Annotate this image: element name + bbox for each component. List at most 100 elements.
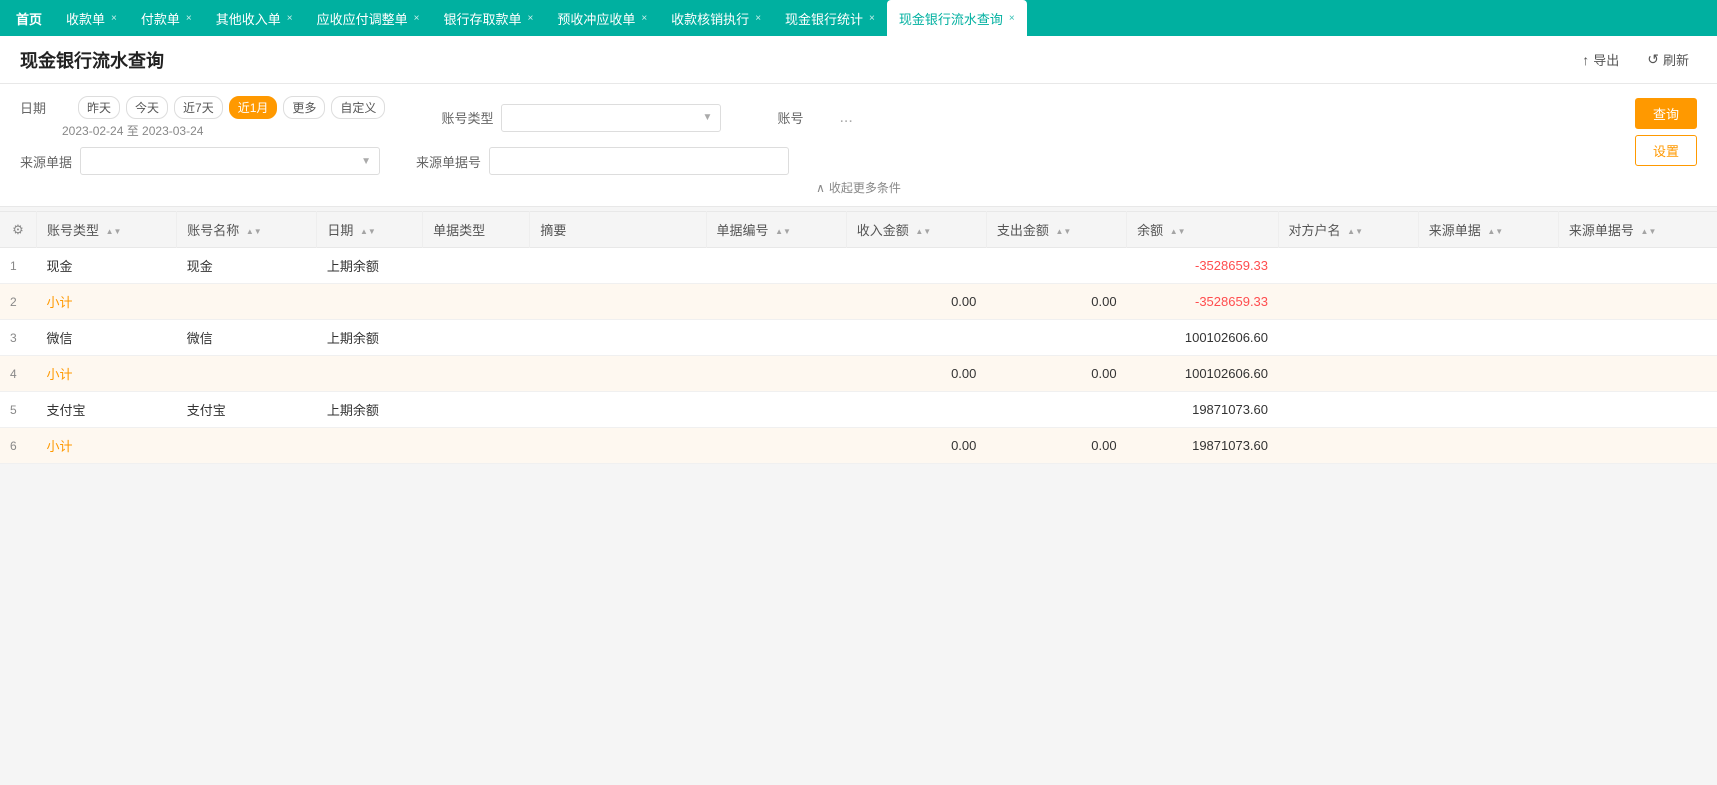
sort-source-doc-icon: ▲▼ <box>1487 227 1503 236</box>
page-title: 现金银行流水查询 <box>20 47 164 73</box>
nav-other-income[interactable]: 其他收入单 × <box>204 0 305 36</box>
nav-cash-bank-flow[interactable]: 现金银行流水查询 × <box>887 0 1027 36</box>
sort-account-type-icon: ▲▼ <box>106 227 122 236</box>
row-date <box>317 356 423 392</box>
date-today-btn[interactable]: 今天 <box>126 96 168 119</box>
nav-payments[interactable]: 付款单 × <box>129 0 204 36</box>
col-date[interactable]: 日期 ▲▼ <box>317 212 423 248</box>
nav-receipts-close[interactable]: × <box>111 13 117 24</box>
row-doc-type <box>423 428 530 464</box>
refresh-button[interactable]: ↺ 刷新 <box>1639 46 1697 73</box>
col-source-doc-num[interactable]: 来源单据号 ▲▼ <box>1558 212 1717 248</box>
date-more-btn[interactable]: 更多 <box>283 96 325 119</box>
row-account-type: 现金 <box>37 248 177 284</box>
nav-home[interactable]: 首页 <box>4 0 54 36</box>
source-doc-select[interactable]: ▼ <box>80 147 380 175</box>
col-summary: 摘要 <box>530 212 706 248</box>
nav-flow-close[interactable]: × <box>1009 13 1015 24</box>
account-type-select[interactable]: ▼ <box>501 104 721 132</box>
nav-other-income-close[interactable]: × <box>287 13 293 24</box>
collapse-row: ∧ 收起更多条件 <box>20 175 1697 198</box>
row-account-type: 支付宝 <box>37 392 177 428</box>
row-counterparty <box>1278 284 1418 320</box>
export-button[interactable]: ↑ 导出 <box>1574 46 1627 73</box>
row-expense <box>986 248 1126 284</box>
row-summary <box>530 428 706 464</box>
nav-ar-ap-adjust[interactable]: 应收应付调整单 × <box>305 0 432 36</box>
account-ellipsis-btn[interactable]: ... <box>835 109 856 127</box>
page-header: 现金银行流水查询 ↑ 导出 ↺ 刷新 <box>0 36 1717 84</box>
nav-bank-deposits[interactable]: 银行存取款单 × <box>431 0 545 36</box>
row-counterparty <box>1278 428 1418 464</box>
col-account-name[interactable]: 账号名称 ▲▼ <box>177 212 317 248</box>
date-yesterday-btn[interactable]: 昨天 <box>78 96 120 119</box>
row-number: 4 <box>0 356 37 392</box>
refresh-icon: ↺ <box>1647 51 1659 68</box>
table-row: 4 小计 0.00 0.00 100102606.60 <box>0 356 1717 392</box>
nav-bank-deposits-close[interactable]: × <box>527 13 533 24</box>
nav-stat-close[interactable]: × <box>869 13 875 24</box>
sort-expense-icon: ▲▼ <box>1056 227 1072 236</box>
date-last1m-btn[interactable]: 近1月 <box>229 96 278 119</box>
query-button[interactable]: 查询 <box>1635 98 1697 129</box>
nav-collect-close[interactable]: × <box>755 13 761 24</box>
col-counterparty[interactable]: 对方户名 ▲▼ <box>1278 212 1418 248</box>
sort-counterparty-icon: ▲▼ <box>1347 227 1363 236</box>
row-income: 0.00 <box>846 284 986 320</box>
source-doc-num-input[interactable] <box>489 147 789 175</box>
row-date: 上期余额 <box>317 248 423 284</box>
collapse-button[interactable]: ∧ 收起更多条件 <box>816 179 901 196</box>
header-actions: ↑ 导出 ↺ 刷新 <box>1574 46 1697 73</box>
row-account-type: 小计 <box>37 356 177 392</box>
date-range-display: 2023-02-24 至 2023-03-24 <box>62 124 203 138</box>
row-source-doc <box>1418 248 1558 284</box>
nav-cash-bank-stat[interactable]: 现金银行统计 × <box>773 0 887 36</box>
nav-prepay-close[interactable]: × <box>641 13 647 24</box>
row-source-doc <box>1418 320 1558 356</box>
row-income <box>846 320 986 356</box>
nav-ar-ap-close[interactable]: × <box>414 13 420 24</box>
nav-collect-exec[interactable]: 收款核销执行 × <box>659 0 773 36</box>
top-navigation: 首页 收款单 × 付款单 × 其他收入单 × 应收应付调整单 × 银行存取款单 … <box>0 0 1717 36</box>
col-source-doc[interactable]: 来源单据 ▲▼ <box>1418 212 1558 248</box>
row-expense <box>986 392 1126 428</box>
account-type-arrow-icon: ▼ <box>703 112 713 123</box>
row-counterparty <box>1278 248 1418 284</box>
row-number: 5 <box>0 392 37 428</box>
row-source-doc-num <box>1558 356 1717 392</box>
row-number: 6 <box>0 428 37 464</box>
row-balance: 19871073.60 <box>1127 392 1278 428</box>
row-expense: 0.00 <box>986 284 1126 320</box>
gear-icon[interactable]: ⚙ <box>10 222 26 238</box>
row-number: 3 <box>0 320 37 356</box>
col-expense[interactable]: 支出金额 ▲▼ <box>986 212 1126 248</box>
col-balance[interactable]: 余额 ▲▼ <box>1127 212 1278 248</box>
row-summary <box>530 248 706 284</box>
row-summary <box>530 356 706 392</box>
nav-prepay-offset[interactable]: 预收冲应收单 × <box>545 0 659 36</box>
row-source-doc <box>1418 392 1558 428</box>
row-income: 0.00 <box>846 356 986 392</box>
account-type-label: 账号类型 <box>441 108 493 127</box>
sort-balance-icon: ▲▼ <box>1170 227 1186 236</box>
settings-button[interactable]: 设置 <box>1635 135 1697 166</box>
date-custom-btn[interactable]: 自定义 <box>331 96 385 119</box>
col-account-type[interactable]: 账号类型 ▲▼ <box>37 212 177 248</box>
col-doc-num[interactable]: 单据编号 ▲▼ <box>706 212 846 248</box>
row-expense: 0.00 <box>986 428 1126 464</box>
table-row: 5 支付宝 支付宝 上期余额 19871073.60 <box>0 392 1717 428</box>
nav-receipts[interactable]: 收款单 × <box>54 0 129 36</box>
row-income: 0.00 <box>846 428 986 464</box>
date-last7-btn[interactable]: 近7天 <box>174 96 223 119</box>
col-income[interactable]: 收入金额 ▲▼ <box>846 212 986 248</box>
row-number: 1 <box>0 248 37 284</box>
row-source-doc-num <box>1558 284 1717 320</box>
row-doc-num <box>706 356 846 392</box>
row-doc-num <box>706 320 846 356</box>
row-account-name: 现金 <box>177 248 317 284</box>
row-date <box>317 284 423 320</box>
row-counterparty <box>1278 320 1418 356</box>
row-doc-type <box>423 320 530 356</box>
nav-payments-close[interactable]: × <box>186 13 192 24</box>
row-doc-type <box>423 392 530 428</box>
